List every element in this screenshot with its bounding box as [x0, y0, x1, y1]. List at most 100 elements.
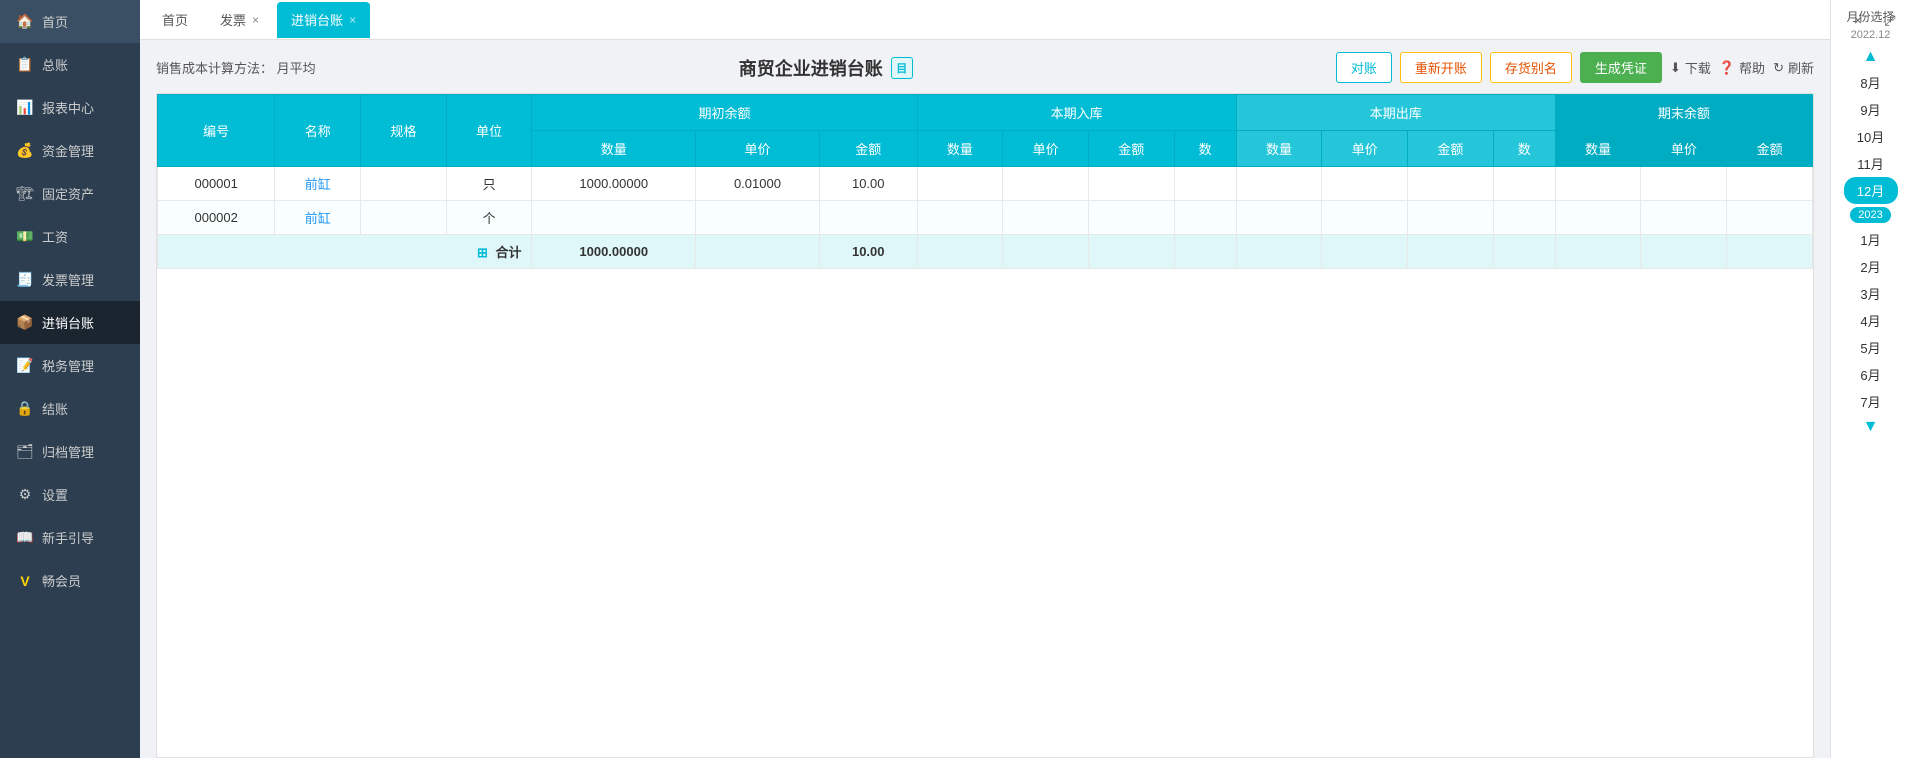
row1-end-amount	[1727, 167, 1813, 201]
help-label: 帮助	[1739, 58, 1765, 77]
tab-invoice-close[interactable]: ×	[252, 13, 259, 27]
sidebar-item-tax[interactable]: 📝 税务管理	[0, 344, 140, 387]
sidebar-item-finance[interactable]: 💰 资金管理	[0, 129, 140, 172]
month-item-5[interactable]: 5月	[1844, 334, 1898, 361]
refresh-button[interactable]: ↻ 刷新	[1773, 58, 1814, 77]
row2-in-qty	[917, 201, 1003, 235]
end-price-header: 单价	[1641, 131, 1727, 167]
table-row: 000002 前缸 个	[158, 201, 1813, 235]
row1-out-price	[1322, 167, 1408, 201]
month-item-11[interactable]: 11月	[1844, 150, 1898, 177]
tab-inventory[interactable]: 进销台账 ×	[277, 2, 370, 38]
total-out-amount	[1408, 235, 1494, 269]
cost-method: 销售成本计算方法： 月平均	[156, 58, 316, 77]
reopen-button[interactable]: 重新开账	[1400, 52, 1482, 83]
row1-unit: 只	[446, 167, 532, 201]
sidebar-item-archive[interactable]: 🗂 归档管理	[0, 430, 140, 473]
close-window-button[interactable]: ×	[1846, 8, 1870, 32]
month-item-8[interactable]: 8月	[1844, 69, 1898, 96]
row2-out-price	[1322, 201, 1408, 235]
month-item-6[interactable]: 6月	[1844, 361, 1898, 388]
sidebar-item-invoice-mgmt[interactable]: 🧾 发票管理	[0, 258, 140, 301]
out-qty-header: 数量	[1236, 131, 1322, 167]
help-button[interactable]: ❓ 帮助	[1719, 58, 1765, 77]
sidebar-item-ledger[interactable]: 📋 总账	[0, 43, 140, 86]
generate-voucher-button[interactable]: 生成凭证	[1580, 52, 1662, 83]
sidebar-label-invoice-mgmt: 发票管理	[42, 270, 94, 289]
help-icon: ❓	[1719, 60, 1735, 76]
row1-in-qty	[917, 167, 1003, 201]
row1-id: 000001	[158, 167, 275, 201]
download-label: 下载	[1685, 58, 1711, 77]
row2-out-qty	[1236, 201, 1322, 235]
row1-opening-price: 0.01000	[695, 167, 819, 201]
scroll-down-button[interactable]: ▼	[1859, 417, 1883, 437]
month-item-4[interactable]: 4月	[1844, 307, 1898, 334]
month-item-2[interactable]: 2月	[1844, 253, 1898, 280]
month-item-9[interactable]: 9月	[1844, 96, 1898, 123]
total-in-extra	[1174, 235, 1236, 269]
row2-unit: 个	[446, 201, 532, 235]
opening-balance-header: 期初余额	[532, 95, 917, 131]
sidebar-label-archive: 归档管理	[42, 442, 94, 461]
maximize-window-button[interactable]: ⤢	[1878, 8, 1902, 32]
sidebar-item-inventory[interactable]: 📦 进销台账	[0, 301, 140, 344]
tab-invoice[interactable]: 发票 ×	[206, 2, 273, 38]
month-item-1[interactable]: 1月	[1844, 226, 1898, 253]
sidebar-item-settings[interactable]: ⚙ 设置	[0, 473, 140, 516]
row1-out-qty	[1236, 167, 1322, 201]
month-item-12[interactable]: 12月	[1844, 177, 1898, 204]
main-area: 首页 发票 × 进销台账 × 销售成本计算方法： 月平均 商贸企业进销台账 目 …	[140, 0, 1830, 758]
tab-bar: 首页 发票 × 进销台账 ×	[140, 0, 1830, 40]
row2-opening-price	[695, 201, 819, 235]
total-in-amount	[1088, 235, 1174, 269]
sidebar-item-assets[interactable]: 🏗 固定资产	[0, 172, 140, 215]
opening-qty-header: 数量	[532, 131, 696, 167]
sidebar-label-salary: 工资	[42, 227, 68, 246]
sidebar-label-settings: 设置	[42, 485, 68, 504]
month-item-7[interactable]: 7月	[1844, 388, 1898, 415]
total-label: ⊞ 合计	[158, 235, 532, 269]
col-unit-header: 单位	[446, 95, 532, 167]
row2-end-price	[1641, 201, 1727, 235]
sidebar-label-ledger: 总账	[42, 55, 68, 74]
sidebar-label-close: 结账	[42, 399, 68, 418]
inventory-table: 编号 名称 规格 单位 期初余额 本期入库 本期出库 期末余额 数量 单价 金额…	[157, 94, 1813, 269]
sidebar-label-guide: 新手引导	[42, 528, 94, 547]
salary-icon: 💵	[16, 228, 34, 246]
row1-end-qty	[1555, 167, 1641, 201]
tax-icon: 📝	[16, 357, 34, 375]
row1-name: 前缸	[275, 167, 361, 201]
page-title: 商贸企业进销台账	[739, 55, 883, 81]
month-item-3[interactable]: 3月	[1844, 280, 1898, 307]
tab-home[interactable]: 首页	[148, 2, 202, 38]
month-item-10[interactable]: 10月	[1844, 123, 1898, 150]
ending-balance-header: 期末余额	[1555, 95, 1812, 131]
reconcile-button[interactable]: 对账	[1336, 52, 1392, 83]
row2-spec	[361, 201, 447, 235]
save-alias-button[interactable]: 存货别名	[1490, 52, 1572, 83]
row2-id: 000002	[158, 201, 275, 235]
page-title-icon[interactable]: 目	[891, 57, 913, 79]
period-in-header: 本期入库	[917, 95, 1236, 131]
sidebar-label-member: 畅会员	[42, 571, 81, 590]
out-extra-header: 数	[1493, 131, 1555, 167]
total-in-qty	[917, 235, 1003, 269]
row2-opening-qty	[532, 201, 696, 235]
row1-out-amount	[1408, 167, 1494, 201]
tab-inventory-close[interactable]: ×	[349, 13, 356, 27]
sidebar-item-guide[interactable]: 📖 新手引导	[0, 516, 140, 559]
sidebar-item-member[interactable]: V 畅会员	[0, 559, 140, 602]
sidebar-item-close[interactable]: 🔒 结账	[0, 387, 140, 430]
scroll-up-button[interactable]: ▲	[1859, 47, 1883, 67]
top-bar: 销售成本计算方法： 月平均 商贸企业进销台账 目 对账 重新开账 存货别名 生成…	[156, 52, 1814, 83]
finance-icon: 💰	[16, 142, 34, 160]
sidebar-item-report[interactable]: 📊 报表中心	[0, 86, 140, 129]
sidebar-label-finance: 资金管理	[42, 141, 94, 160]
refresh-label: 刷新	[1788, 58, 1814, 77]
sidebar-item-home[interactable]: 🏠 首页	[0, 0, 140, 43]
cost-method-value: 月平均	[277, 61, 316, 76]
sidebar-item-salary[interactable]: 💵 工资	[0, 215, 140, 258]
cost-method-label: 销售成本计算方法：	[156, 61, 273, 76]
download-button[interactable]: ⬇ 下载	[1670, 58, 1711, 77]
